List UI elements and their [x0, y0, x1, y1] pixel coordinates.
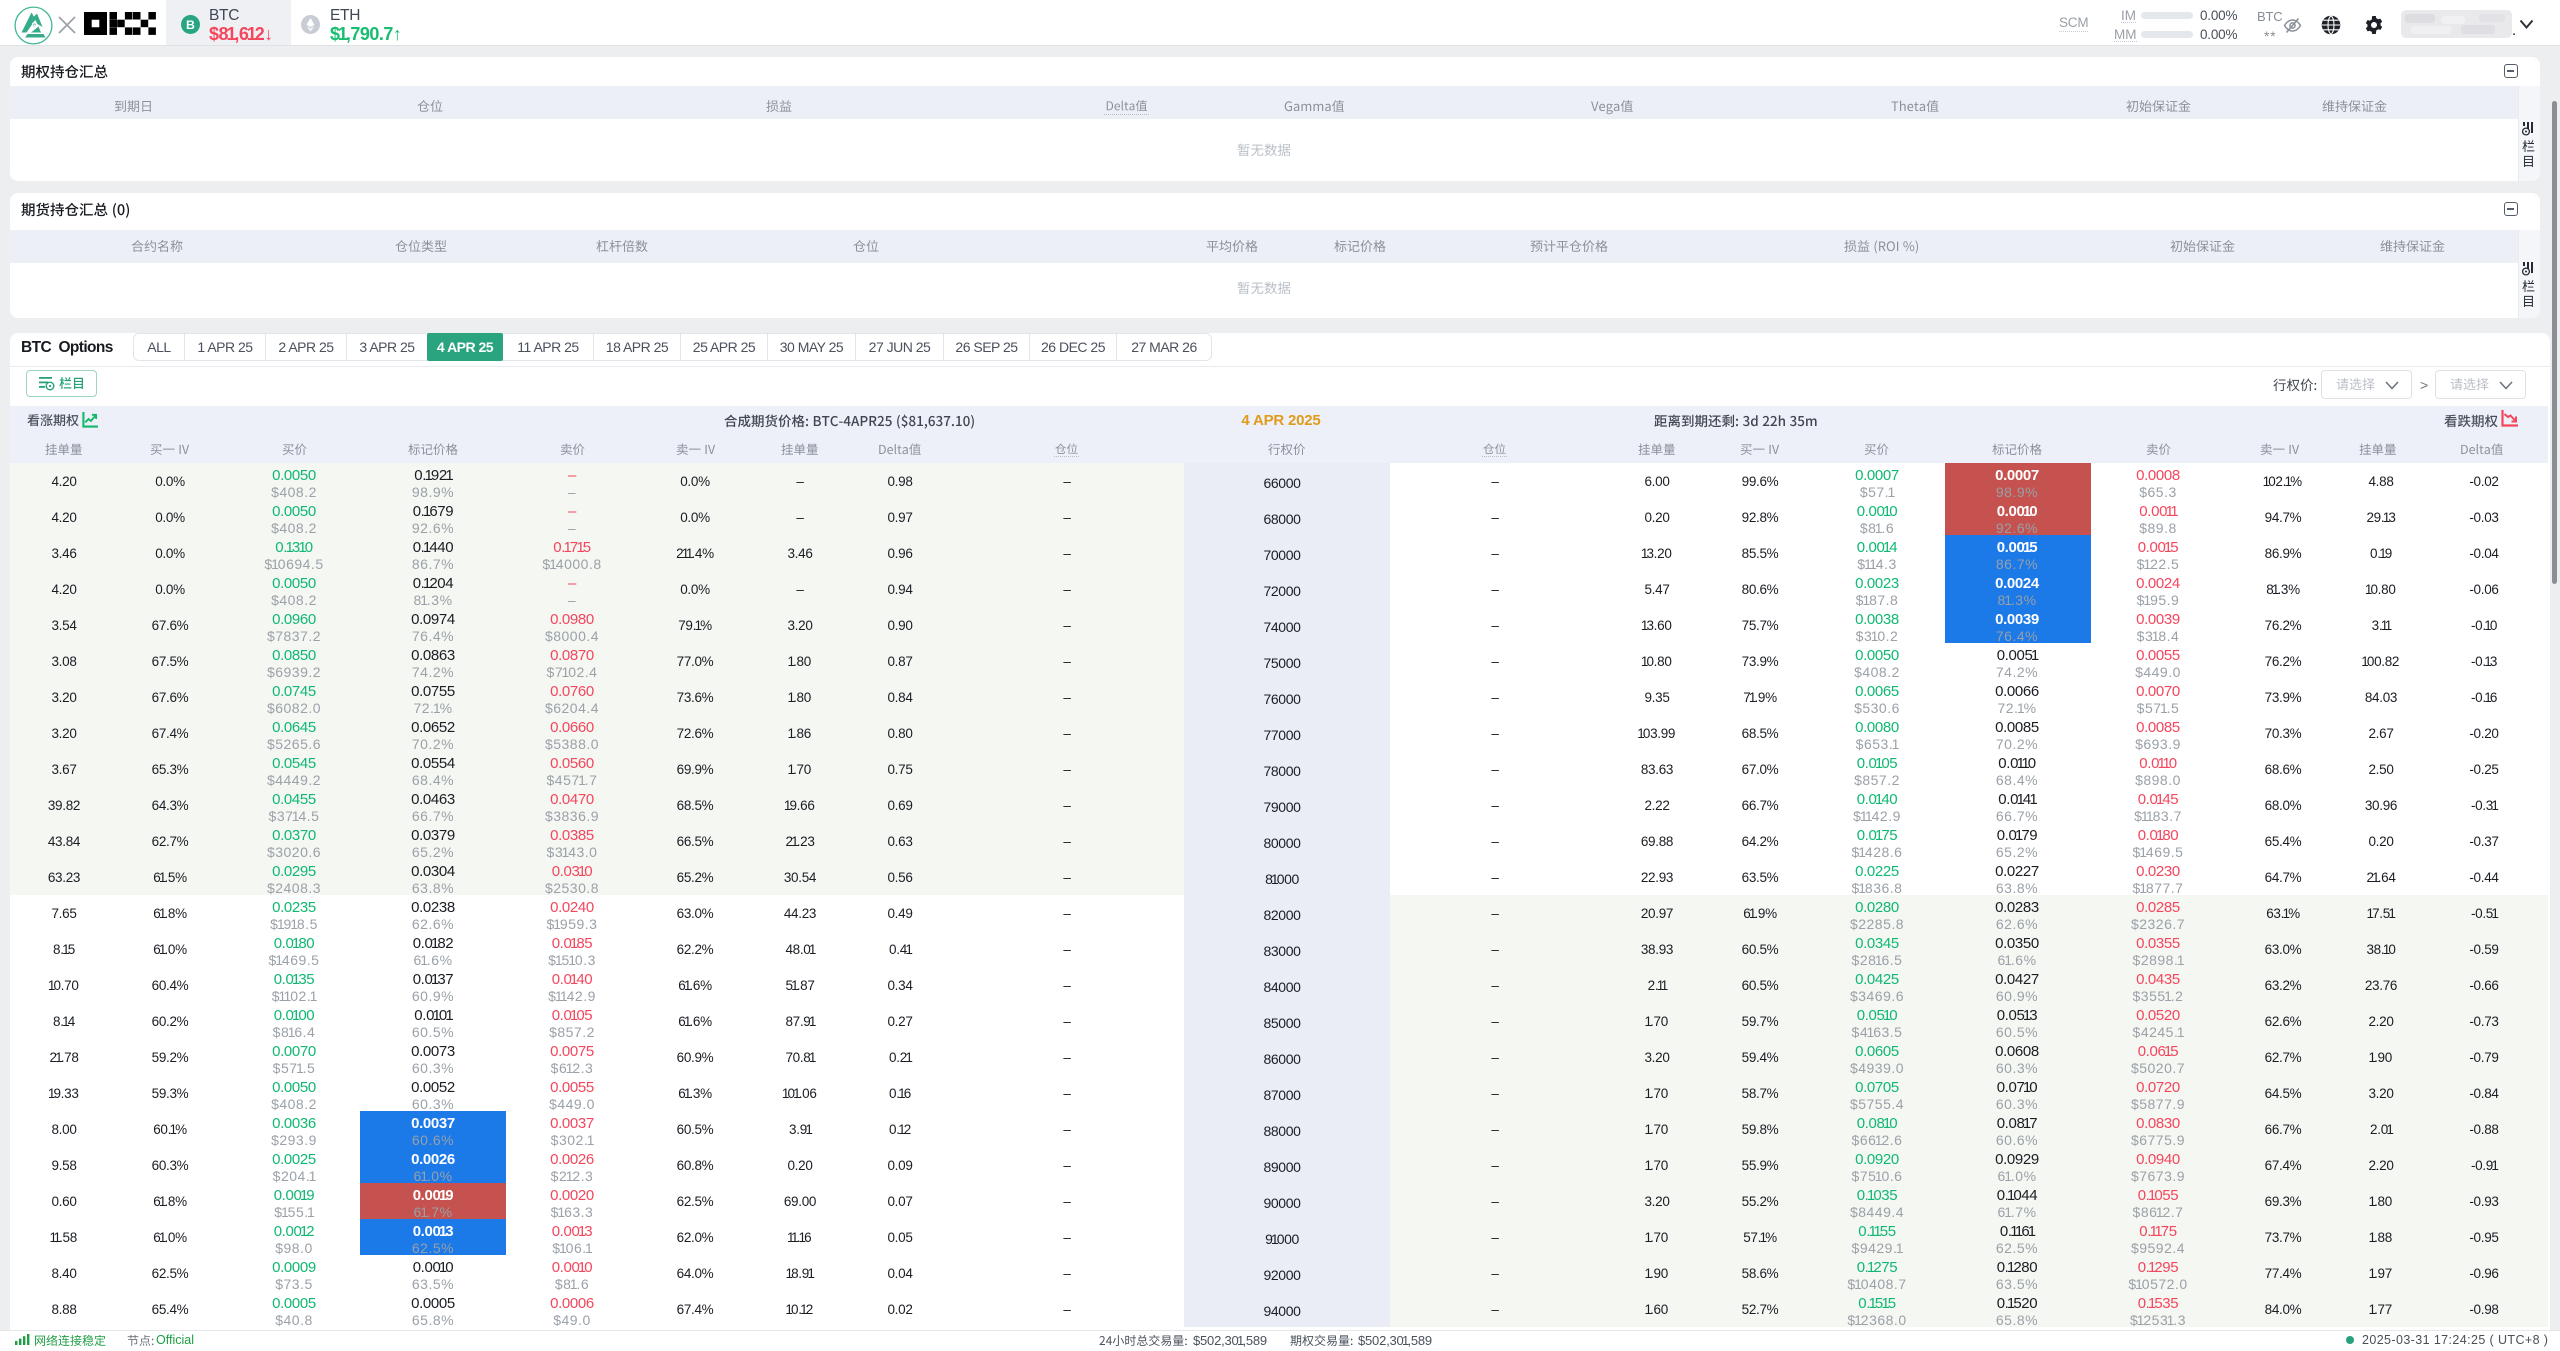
svg-text:e: e — [33, 23, 36, 29]
svg-text:B: B — [186, 18, 195, 32]
